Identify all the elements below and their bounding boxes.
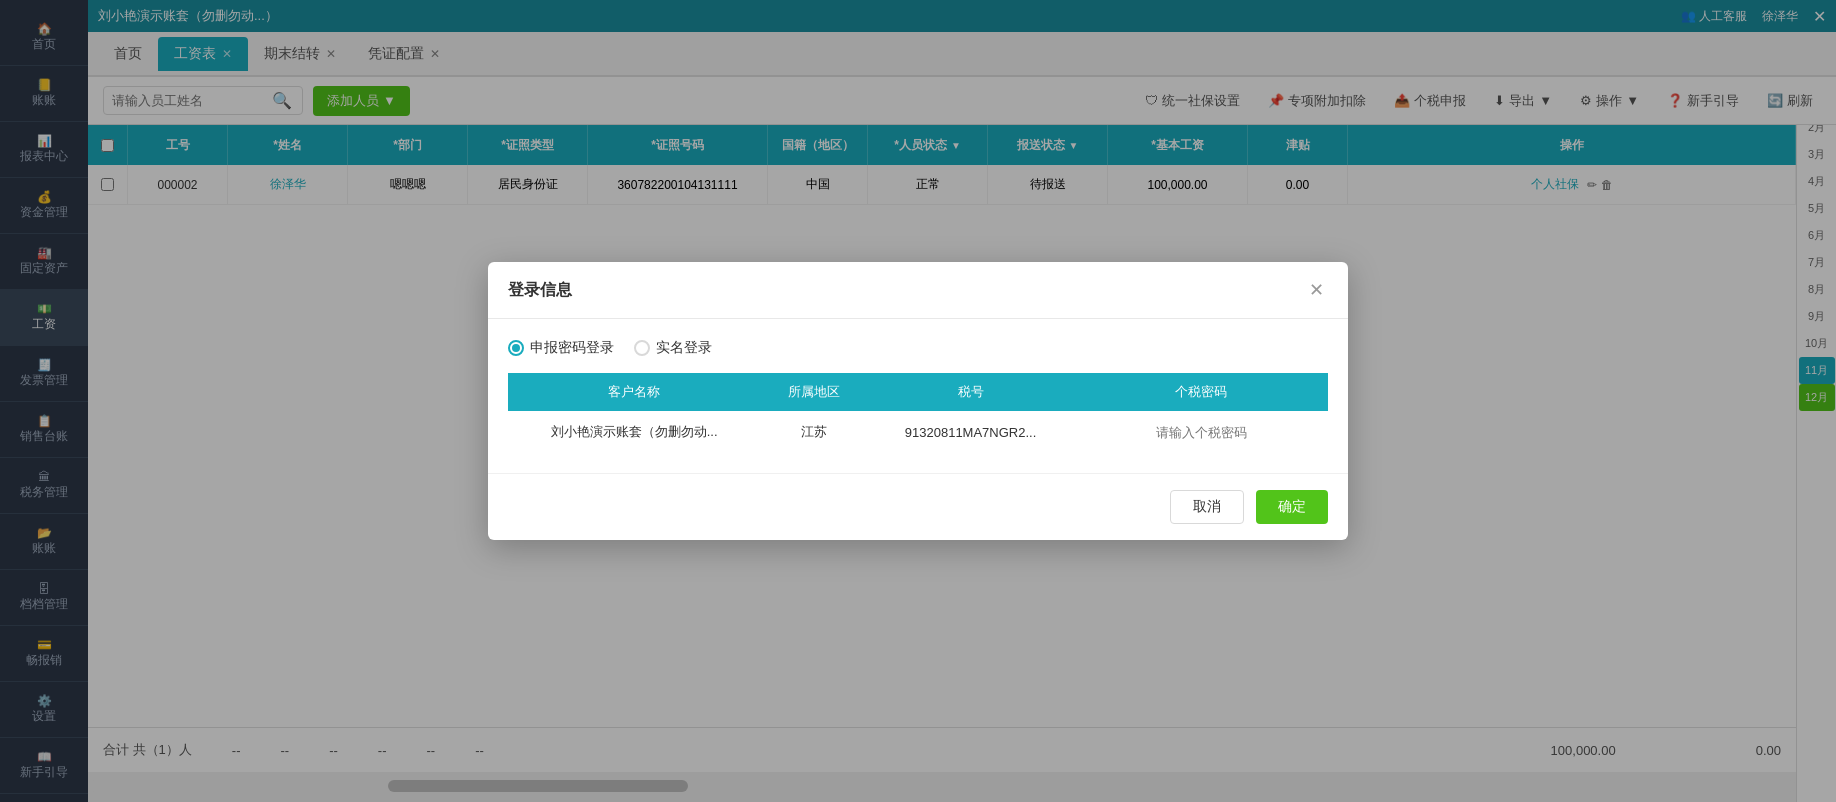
inner-td-name: 刘小艳演示账套（勿删勿动... [508,411,760,453]
dialog-footer: 取消 确定 [488,473,1348,540]
radio-password-login[interactable]: 申报密码登录 [508,339,614,357]
login-info-table: 客户名称 所属地区 税号 个税密码 刘小艳演示账套（勿删勿动... 江苏 913… [508,373,1328,453]
dialog-title: 登录信息 [508,280,572,301]
radio-realname-login[interactable]: 实名登录 [634,339,712,357]
inner-table-head: 客户名称 所属地区 税号 个税密码 [508,373,1328,411]
inner-th-tax-id: 税号 [867,373,1074,411]
confirm-button[interactable]: 确定 [1256,490,1328,524]
tax-password-input[interactable] [1090,425,1312,440]
dialog-body: 申报密码登录 实名登录 客户名称 所属地区 税号 个税密码 刘小艳演示账套（勿删… [488,319,1348,473]
radio-password-circle [508,340,524,356]
dialog-header: 登录信息 ✕ [488,262,1348,319]
inner-td-password[interactable] [1074,411,1328,453]
inner-th-name: 客户名称 [508,373,760,411]
login-info-dialog: 登录信息 ✕ 申报密码登录 实名登录 客户名称 所属地区 税号 个税密码 [488,262,1348,540]
login-type-radio-group: 申报密码登录 实名登录 [508,339,1328,357]
radio-realname-circle [634,340,650,356]
inner-th-password: 个税密码 [1074,373,1328,411]
dialog-close-button[interactable]: ✕ [1304,278,1328,302]
inner-td-tax-id: 91320811MA7NGR2... [867,411,1074,453]
radio-realname-label: 实名登录 [656,339,712,357]
inner-table-row: 刘小艳演示账套（勿删勿动... 江苏 91320811MA7NGR2... [508,411,1328,453]
radio-password-label: 申报密码登录 [530,339,614,357]
inner-th-region: 所属地区 [760,373,867,411]
inner-td-region: 江苏 [760,411,867,453]
cancel-button[interactable]: 取消 [1170,490,1244,524]
